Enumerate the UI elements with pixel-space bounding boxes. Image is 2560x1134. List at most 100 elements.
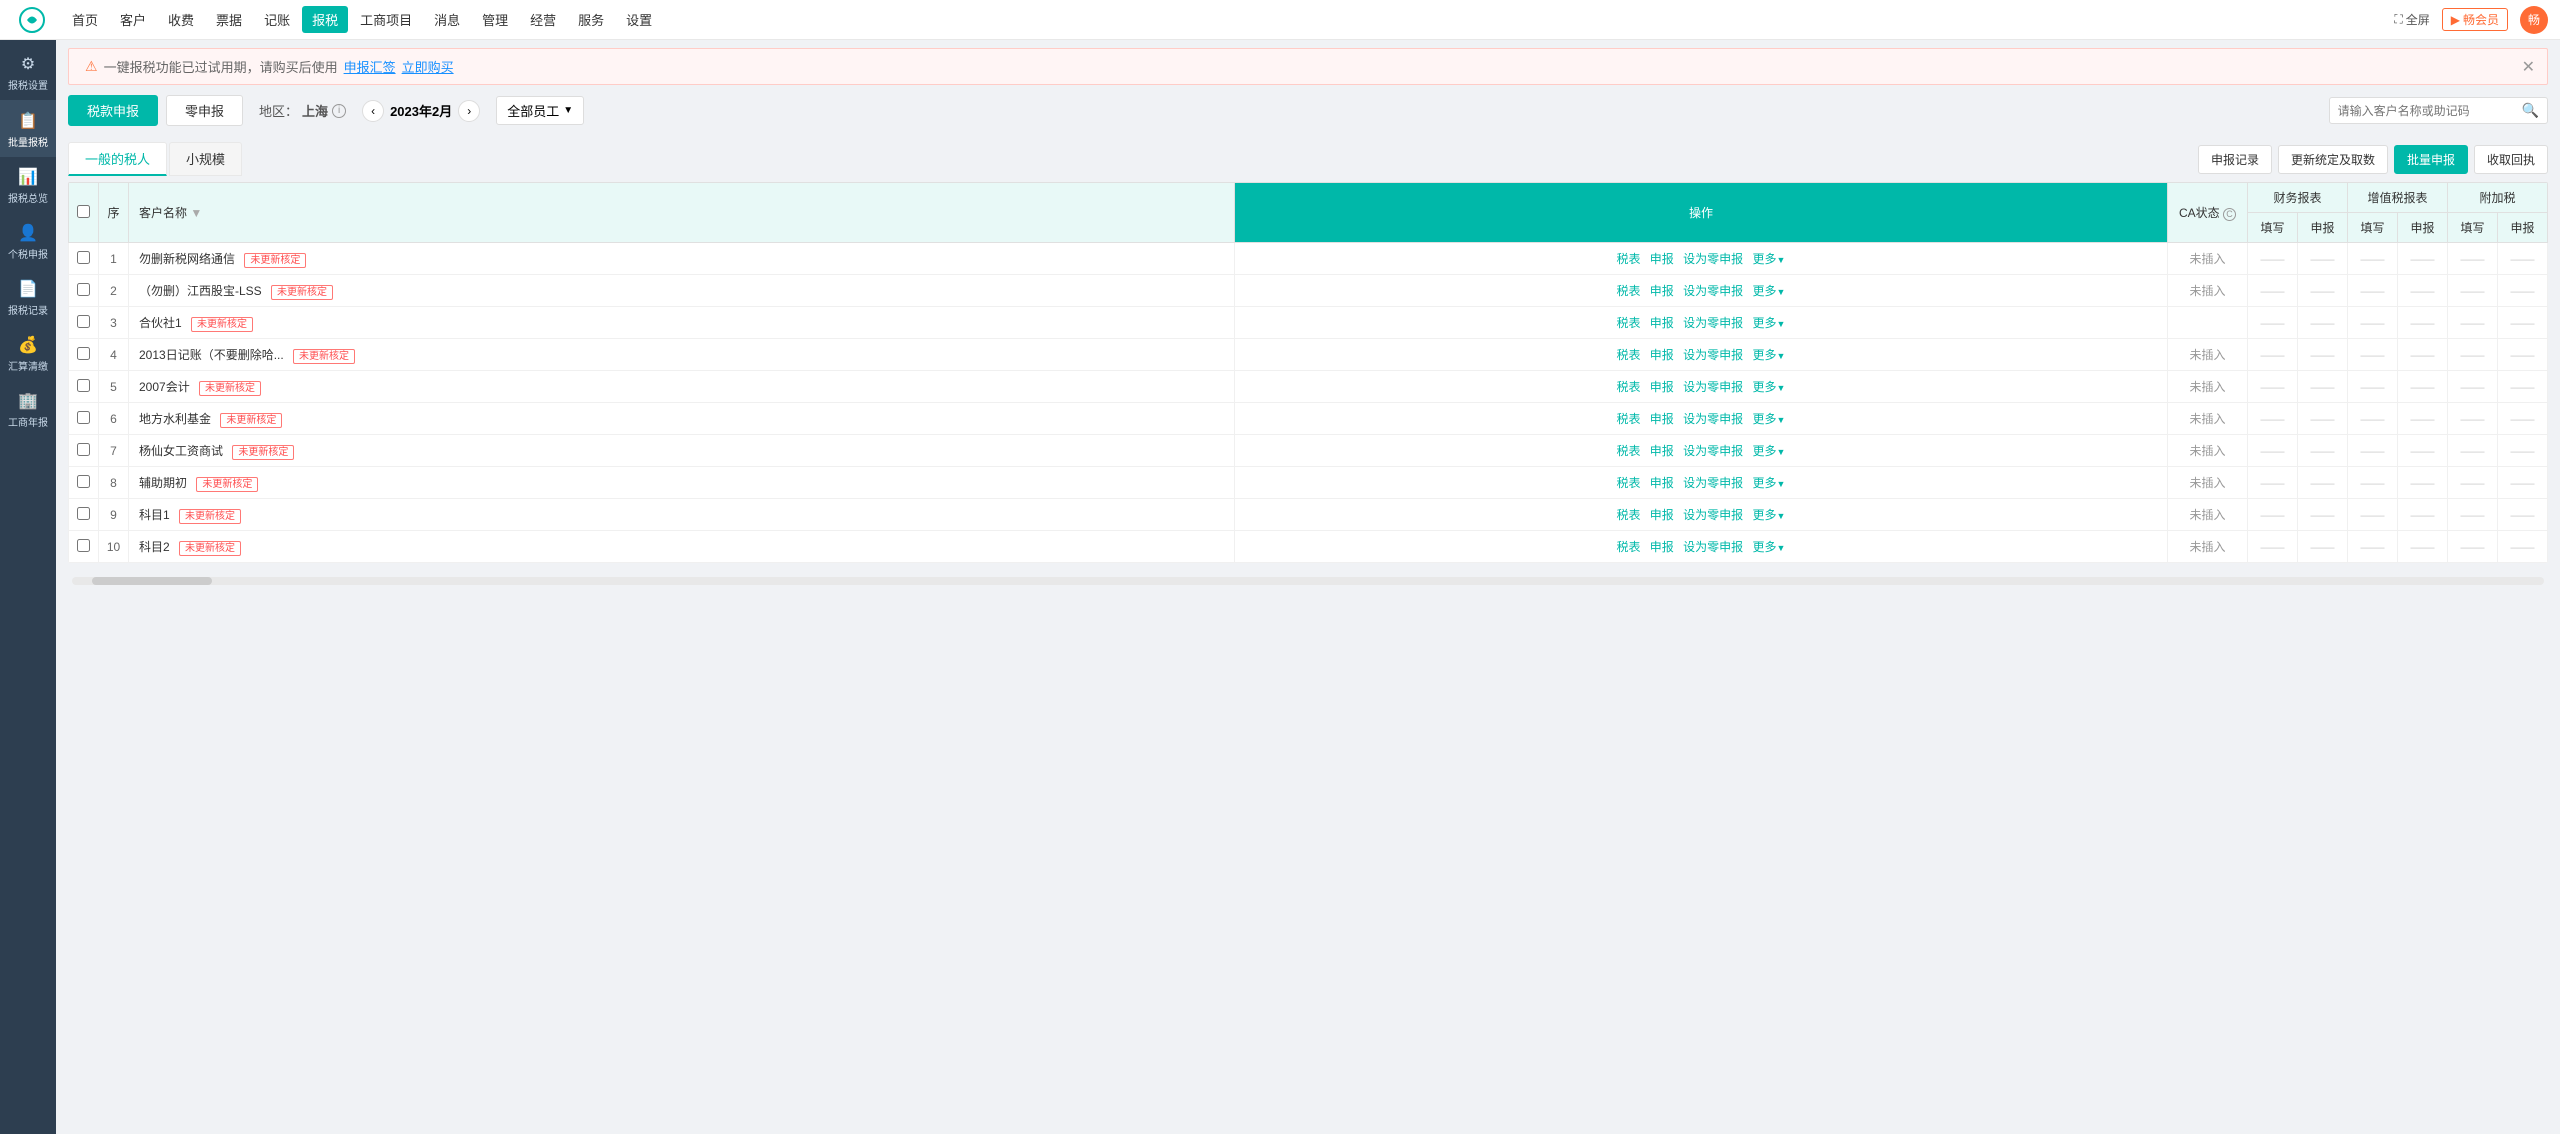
collect-receipt-button[interactable]: 收取回执 [2474,145,2548,174]
banner-link-report[interactable]: 申报汇签 [344,57,396,76]
banner-close-icon[interactable]: ✕ [2522,57,2535,77]
op-tax-form[interactable]: 税表 [1616,412,1640,426]
nav-item-settings[interactable]: 设置 [616,6,662,33]
row-checkbox[interactable] [77,347,90,360]
search-icon[interactable]: 🔍 [2522,102,2539,119]
op-zero-declare[interactable]: 设为零申报 [1683,316,1743,330]
annual-report-icon: 🏢 [18,391,38,411]
op-declare[interactable]: 申报 [1650,348,1674,362]
client-name: 杨仙女工资商试 [139,444,223,458]
avatar[interactable]: 畅 [2520,6,2548,34]
op-tax-form[interactable]: 税表 [1616,508,1640,522]
op-more[interactable]: 更多▼ [1753,444,1786,458]
row-checkbox[interactable] [77,539,90,552]
op-tax-form[interactable]: 税表 [1616,348,1640,362]
nav-item-service[interactable]: 服务 [568,6,614,33]
op-more[interactable]: 更多▼ [1753,540,1786,554]
op-zero-declare[interactable]: 设为零申报 [1683,348,1743,362]
date-prev-button[interactable]: ‹ [362,100,384,122]
op-zero-declare[interactable]: 设为零申报 [1683,476,1743,490]
horizontal-scrollbar[interactable] [68,575,2548,587]
update-settings-button[interactable]: 更新统定及取数 [2278,145,2388,174]
op-declare[interactable]: 申报 [1650,380,1674,394]
sidebar-item-personal-tax[interactable]: 👤 个税申报 [0,213,56,269]
nav-item-client[interactable]: 客户 [110,6,156,33]
row-checkbox[interactable] [77,315,90,328]
op-tax-form[interactable]: 税表 [1616,540,1640,554]
sidebar-item-annual-report[interactable]: 🏢 工商年报 [0,381,56,437]
taxpayer-action-bar: 一般的税人 小规模 申报记录 更新统定及取数 批量申报 收取回执 [56,136,2560,182]
nav-item-home[interactable]: 首页 [62,6,108,33]
row-checkbox[interactable] [77,379,90,392]
logo[interactable] [12,0,52,40]
op-declare[interactable]: 申报 [1650,476,1674,490]
select-all-checkbox[interactable] [77,205,90,218]
row-checkbox[interactable] [77,251,90,264]
op-declare[interactable]: 申报 [1650,444,1674,458]
sidebar-item-batch-tax[interactable]: 📋 批量报税 [0,101,56,157]
op-declare[interactable]: 申报 [1650,284,1674,298]
employee-select[interactable]: 全部员工 ▼ [496,96,584,125]
op-more[interactable]: 更多▼ [1753,348,1786,362]
tab-zero-declare[interactable]: 零申报 [166,95,243,126]
date-next-button[interactable]: › [458,100,480,122]
nav-item-biz[interactable]: 工商项目 [350,6,422,33]
op-zero-declare[interactable]: 设为零申报 [1683,380,1743,394]
op-declare[interactable]: 申报 [1650,508,1674,522]
declare-records-button[interactable]: 申报记录 [2198,145,2272,174]
op-tax-form[interactable]: 税表 [1616,252,1640,266]
banner-link-buy[interactable]: 立即购买 [402,57,454,76]
row-checkbox[interactable] [77,507,90,520]
batch-declare-button[interactable]: 批量申报 [2394,145,2468,174]
op-zero-declare[interactable]: 设为零申报 [1683,508,1743,522]
row-checkbox[interactable] [77,443,90,456]
tab-tax-declare[interactable]: 税款申报 [68,95,158,126]
tab-general-taxpayer[interactable]: 一般的税人 [68,142,167,176]
sidebar-item-tax-settings[interactable]: ⚙ 报税设置 [0,44,56,101]
op-tax-form[interactable]: 税表 [1616,380,1640,394]
nav-item-fee[interactable]: 收费 [158,6,204,33]
op-tax-form[interactable]: 税表 [1616,444,1640,458]
op-more[interactable]: 更多▼ [1753,508,1786,522]
sidebar-item-tax-overview[interactable]: 📊 报税总览 [0,157,56,213]
op-declare[interactable]: 申报 [1650,316,1674,330]
tab-small-scale[interactable]: 小规模 [169,142,242,176]
sidebar-label-tax-records: 报税记录 [8,302,48,317]
op-zero-declare[interactable]: 设为零申报 [1683,252,1743,266]
status-tag: 未更新核定 [196,477,258,492]
fullscreen-button[interactable]: ⛶ 全屏 [2394,11,2429,28]
op-tax-form[interactable]: 税表 [1616,316,1640,330]
sort-icon[interactable]: ▼ [190,206,202,220]
op-more[interactable]: 更多▼ [1753,380,1786,394]
sidebar-item-settlement[interactable]: 💰 汇算清缴 [0,325,56,381]
op-declare[interactable]: 申报 [1650,252,1674,266]
nav-item-msg[interactable]: 消息 [424,6,470,33]
op-more[interactable]: 更多▼ [1753,284,1786,298]
nav-item-biz2[interactable]: 经营 [520,6,566,33]
nav-item-invoice[interactable]: 票据 [206,6,252,33]
row-checkbox[interactable] [77,411,90,424]
op-more[interactable]: 更多▼ [1753,252,1786,266]
op-tax-form[interactable]: 税表 [1616,284,1640,298]
table-row: 2 （勿删）江西股宝-LSS 未更新核定 税表 申报 设为零申报 更多▼ 未插入… [69,275,2548,307]
op-more[interactable]: 更多▼ [1753,412,1786,426]
op-declare[interactable]: 申报 [1650,540,1674,554]
op-zero-declare[interactable]: 设为零申报 [1683,284,1743,298]
info-icon[interactable]: i [332,104,346,118]
row-checkbox[interactable] [77,475,90,488]
ca-info-icon[interactable]: C [2223,208,2236,221]
op-zero-declare[interactable]: 设为零申报 [1683,540,1743,554]
row-checkbox[interactable] [77,283,90,296]
member-button[interactable]: ▶ 畅会员 [2442,8,2508,31]
op-tax-form[interactable]: 税表 [1616,476,1640,490]
search-input[interactable] [2338,104,2518,118]
op-more[interactable]: 更多▼ [1753,476,1786,490]
op-zero-declare[interactable]: 设为零申报 [1683,444,1743,458]
nav-item-tax[interactable]: 报税 [302,6,348,33]
op-zero-declare[interactable]: 设为零申报 [1683,412,1743,426]
nav-item-manage[interactable]: 管理 [472,6,518,33]
nav-item-account[interactable]: 记账 [254,6,300,33]
op-declare[interactable]: 申报 [1650,412,1674,426]
sidebar-item-tax-records[interactable]: 📄 报税记录 [0,269,56,325]
op-more[interactable]: 更多▼ [1753,316,1786,330]
